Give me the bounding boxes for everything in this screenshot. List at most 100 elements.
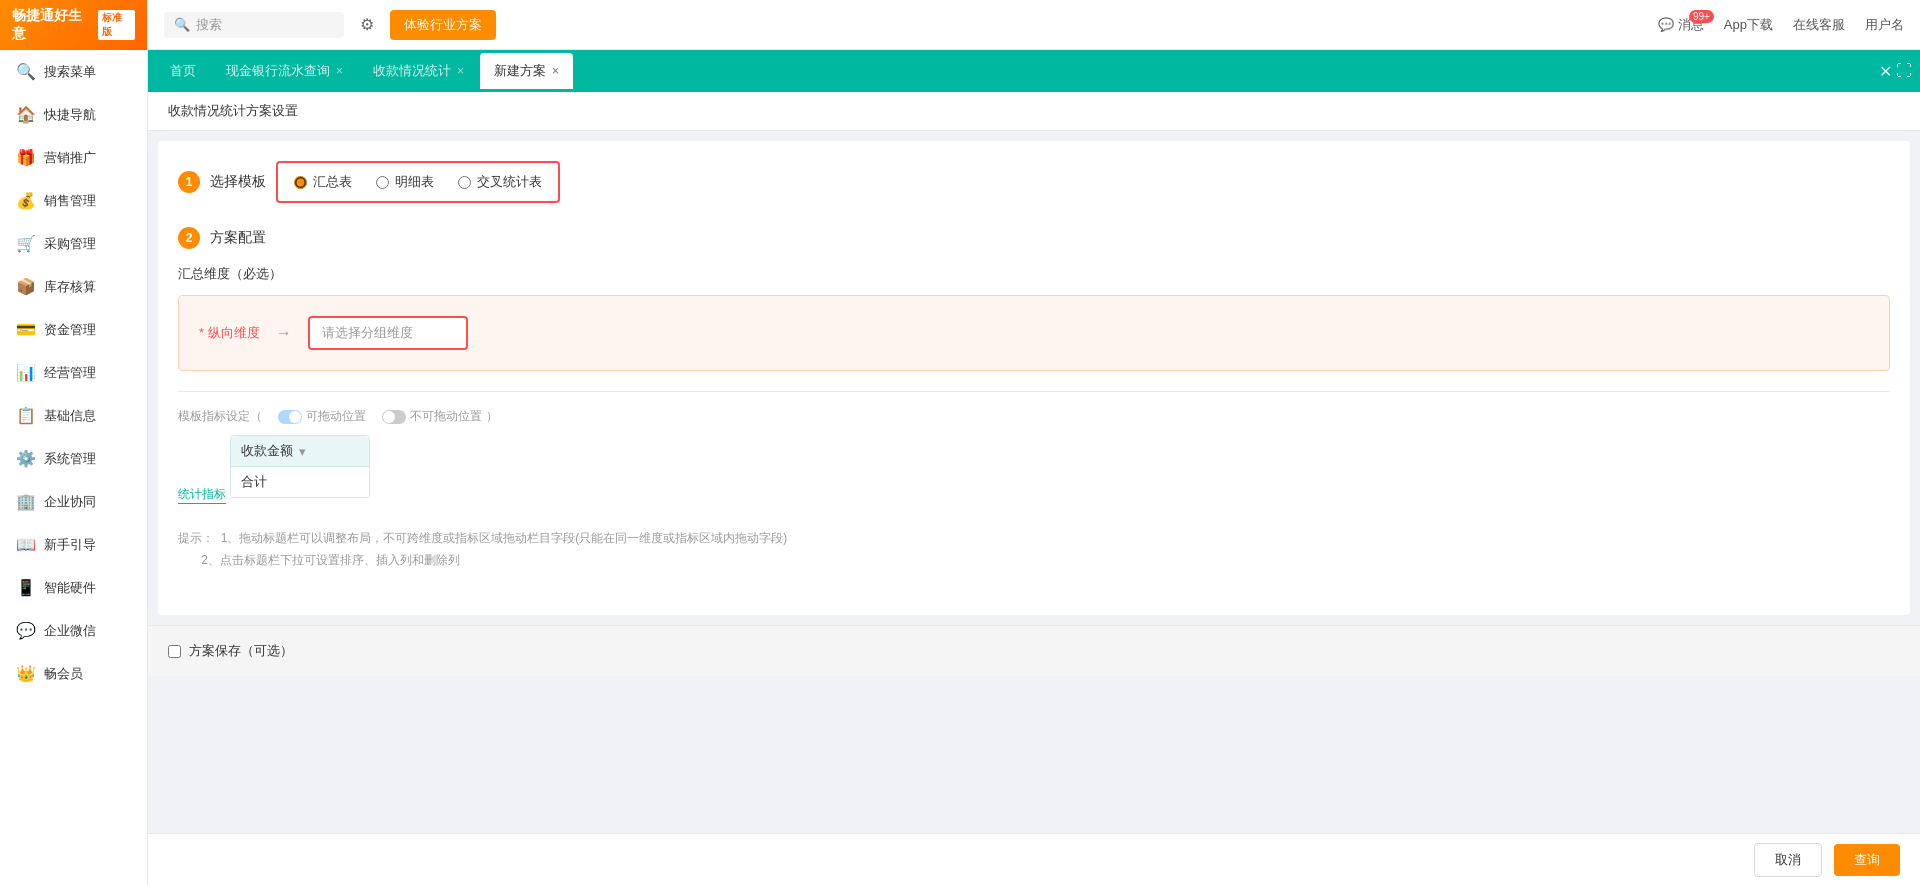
sidebar-icon-sales: 💰 <box>16 191 36 210</box>
sidebar-label-wechat: 企业微信 <box>44 622 96 640</box>
sidebar-item-wechat[interactable]: 💬 企业微信 <box>0 609 147 652</box>
tab-bank-flow-close[interactable]: × <box>336 64 343 78</box>
sidebar-label-operation: 经营管理 <box>44 364 96 382</box>
search-icon: 🔍 <box>174 17 190 32</box>
sidebar-icon-basic-info: 📋 <box>16 406 36 425</box>
tab-bar-actions: ✕ ⛶ <box>1879 62 1912 81</box>
sidebar-item-purchase[interactable]: 🛒 采购管理 <box>0 222 147 265</box>
sidebar-item-marketing[interactable]: 🎁营销推广 <box>0 136 147 179</box>
industry-btn[interactable]: 体验行业方案 <box>390 10 496 40</box>
cancel-button[interactable]: 取消 <box>1754 843 1822 877</box>
tab-home-label: 首页 <box>170 62 196 80</box>
sidebar-item-smart-hw[interactable]: 📱智能硬件 <box>0 566 147 609</box>
sidebar-label-basic-info: 基础信息 <box>44 407 96 425</box>
metric-row-text: 合计 <box>241 474 267 489</box>
metric-header-chevron-down-icon[interactable]: ▾ <box>299 444 306 459</box>
tab-new-plan-close[interactable]: × <box>552 64 559 78</box>
message-icon: 💬 <box>1658 17 1674 32</box>
tab-close-icon[interactable]: ✕ <box>1879 62 1892 81</box>
step2-header: 2 方案配置 <box>178 227 1890 249</box>
sidebar: 畅捷通好生意 标准版 🔍搜索菜单 🏠 快捷导航 🎁营销推广💰销售管理 🛒 采购管理 📦 库存核… <box>0 0 148 885</box>
sidebar-icon-system: ⚙️ <box>16 449 36 468</box>
row-dimension-placeholder: 请选择分组维度 <box>322 325 413 340</box>
radio-cross-input[interactable] <box>458 176 471 189</box>
draggable-badge: 可拖动位置 <box>278 408 366 425</box>
tab-receipt-stats[interactable]: 收款情况统计 × <box>359 53 478 89</box>
content-area: 收款情况统计方案设置 1 选择模板 汇总表 明细表 <box>148 92 1920 833</box>
tip2: 2、点击标题栏下拉可设置排序、插入列和删除列 <box>178 550 1890 572</box>
metrics-group-label: 统计指标 <box>178 486 226 504</box>
main-area: 🔍 搜索 ⚙ 体验行业方案 💬 消息 99+ App下载 在线客服 用户名 首页… <box>148 0 1920 885</box>
radio-detail-label: 明细表 <box>395 173 434 191</box>
save-option-checkbox[interactable] <box>168 645 181 658</box>
header-search-box[interactable]: 🔍 搜索 <box>164 12 344 38</box>
step1-section: 1 选择模板 汇总表 明细表 交叉统计表 <box>178 161 1890 203</box>
step1-number: 1 <box>178 171 200 193</box>
tips-section: 提示： 1、拖动标题栏可以调整布局，不可跨维度或指标区域拖动栏目字段(只能在同一… <box>178 528 1890 571</box>
user-info[interactable]: 用户名 <box>1865 16 1904 34</box>
query-button[interactable]: 查询 <box>1834 844 1900 876</box>
sidebar-item-system[interactable]: ⚙️ 系统管理 <box>0 437 147 480</box>
sidebar-label-marketing: 营销推广 <box>44 149 96 167</box>
tab-bank-flow[interactable]: 现金银行流水查询 × <box>212 53 357 89</box>
sidebar-item-finance[interactable]: 💳资金管理 <box>0 308 147 351</box>
sidebar-icon-quick-nav: 🏠 <box>16 105 36 124</box>
tab-expand-icon[interactable]: ⛶ <box>1896 62 1912 81</box>
sidebar-label-inventory: 库存核算 <box>44 278 96 296</box>
sidebar-icon-wechat: 💬 <box>16 621 36 640</box>
message-icon-area[interactable]: 💬 消息 99+ <box>1658 16 1704 34</box>
step2-number: 2 <box>178 227 200 249</box>
sidebar-icon-purchase: 🛒 <box>16 234 36 253</box>
row-dimension-row: * 纵向维度 → 请选择分组维度 <box>199 316 1869 350</box>
step2-section: 2 方案配置 汇总维度（必选） * 纵向维度 → 请选择分组维度 <box>178 227 1890 571</box>
sidebar-item-beginner[interactable]: 📖新手引导 <box>0 523 147 566</box>
sidebar-item-basic-info[interactable]: 📋 基础信息 <box>0 394 147 437</box>
sidebar-label-enterprise: 企业协同 <box>44 493 96 511</box>
row-dimension-label: * 纵向维度 <box>199 324 260 342</box>
metric-header-row[interactable]: 收款金额 ▾ <box>231 436 369 467</box>
dimension-title: 汇总维度（必选） <box>178 265 1890 283</box>
radio-detail-input[interactable] <box>376 176 389 189</box>
row-dimension-selector[interactable]: 请选择分组维度 <box>308 316 468 350</box>
tab-receipt-stats-close[interactable]: × <box>457 64 464 78</box>
gear-settings-icon[interactable]: ⚙ <box>360 15 374 34</box>
sidebar-item-quick-nav[interactable]: 🏠 快捷导航 <box>0 93 147 136</box>
app-download-link[interactable]: App下载 <box>1724 16 1773 34</box>
sidebar-label-purchase: 采购管理 <box>44 235 96 253</box>
metrics-header-text: 模板指标设定（ <box>178 408 262 425</box>
header-right: 💬 消息 99+ App下载 在线客服 用户名 <box>1658 16 1904 34</box>
logo-text: 畅捷通好生意 <box>12 7 94 43</box>
sidebar-item-enterprise[interactable]: 🏢企业协同 <box>0 480 147 523</box>
draggable-label: 可拖动位置 <box>306 408 366 425</box>
radio-summary[interactable]: 汇总表 <box>294 173 352 191</box>
sidebar-item-inventory[interactable]: 📦 库存核算 <box>0 265 147 308</box>
sidebar-label-quick-nav: 快捷导航 <box>44 106 96 124</box>
step1-title: 选择模板 <box>210 173 266 191</box>
tab-new-plan[interactable]: 新建方案 × <box>480 53 573 89</box>
radio-summary-input[interactable] <box>294 176 307 189</box>
sidebar-icon-inventory: 📦 <box>16 277 36 296</box>
metric-header-text: 收款金额 <box>241 442 293 460</box>
sidebar-label-beginner: 新手引导 <box>44 536 96 554</box>
sidebar-icon-search-menu: 🔍 <box>16 62 36 81</box>
sidebar-label-system: 系统管理 <box>44 450 96 468</box>
template-options: 汇总表 明细表 交叉统计表 <box>276 161 560 203</box>
sidebar-item-search-menu[interactable]: 🔍搜索菜单 <box>0 50 147 93</box>
tab-new-plan-label: 新建方案 <box>494 62 546 80</box>
radio-detail[interactable]: 明细表 <box>376 173 434 191</box>
logo-badge: 标准版 <box>98 10 135 40</box>
sidebar-icon-smart-hw: 📱 <box>16 578 36 597</box>
message-badge-count: 99+ <box>1689 10 1714 23</box>
radio-cross[interactable]: 交叉统计表 <box>458 173 542 191</box>
page-title: 收款情况统计方案设置 <box>148 92 1920 131</box>
sidebar-icon-member: 👑 <box>16 664 36 683</box>
tab-home[interactable]: 首页 <box>156 53 210 89</box>
sidebar-item-member[interactable]: 👑畅会员 <box>0 652 147 695</box>
footer: 取消 查询 <box>148 833 1920 885</box>
save-option-label[interactable]: 方案保存（可选） <box>189 642 293 660</box>
online-service-link[interactable]: 在线客服 <box>1793 16 1845 34</box>
sidebar-item-sales[interactable]: 💰销售管理 <box>0 179 147 222</box>
draggable-toggle-icon <box>278 410 302 424</box>
sidebar-label-finance: 资金管理 <box>44 321 96 339</box>
sidebar-item-operation[interactable]: 📊经营管理 <box>0 351 147 394</box>
